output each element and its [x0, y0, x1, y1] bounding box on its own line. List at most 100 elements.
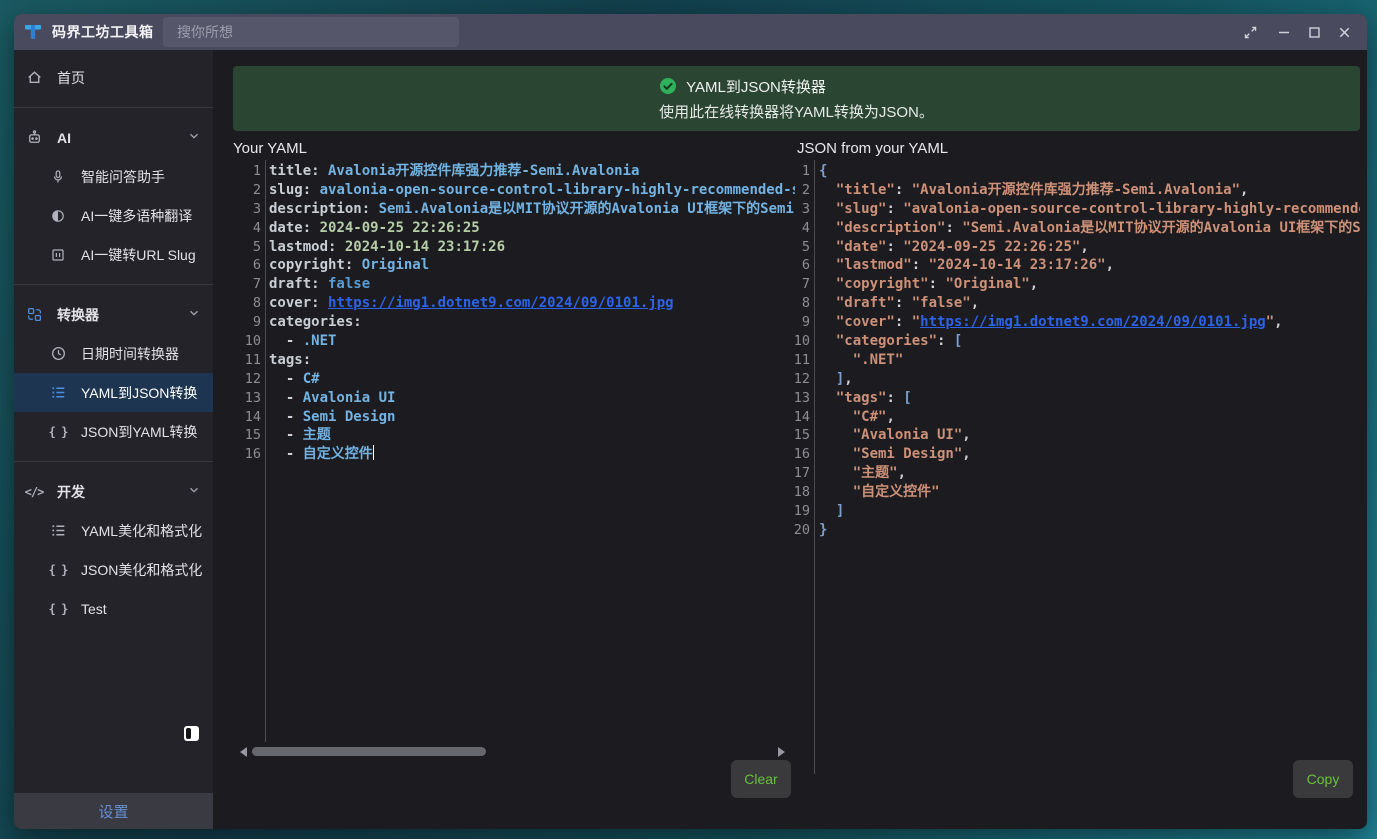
code-line: - Avalonia UI	[269, 389, 795, 408]
copy-button[interactable]: Copy	[1293, 760, 1353, 798]
line-number: 1	[793, 162, 810, 181]
scrollbar-thumb[interactable]	[252, 747, 486, 756]
line-number: 9	[793, 313, 810, 332]
text-cursor	[373, 445, 375, 460]
code-line: - .NET	[269, 332, 795, 351]
code-line: lastmod: 2024-10-14 23:17:26	[269, 238, 795, 257]
line-number: 11	[233, 351, 261, 370]
code-line: copyright: Original	[269, 256, 795, 275]
code-line: "cover": "https://img1.dotnet9.com/2024/…	[819, 313, 1360, 332]
line-number: 11	[793, 351, 810, 370]
sidebar-item-label: 日期时间转换器	[81, 344, 179, 364]
line-number: 1	[233, 162, 261, 181]
sidebar-item-translate[interactable]: AI一键多语种翻译	[14, 196, 213, 235]
yaml-horizontal-scrollbar[interactable]	[240, 745, 785, 758]
code-line: - 自定义控件	[269, 445, 795, 464]
sidebar-collapse-icon[interactable]	[184, 726, 199, 741]
line-number: 6	[233, 256, 261, 275]
line-number: 12	[233, 370, 261, 389]
braces-icon: { }	[49, 561, 67, 579]
json-panel-header: JSON from your YAML	[797, 140, 948, 157]
close-button[interactable]	[1329, 14, 1359, 50]
code-line: "description": "Semi.Avalonia是以MIT协议开源的A…	[819, 219, 1360, 238]
yaml-panel-header: Your YAML	[233, 140, 307, 157]
line-number: 16	[233, 445, 261, 464]
sidebar-group-robot[interactable]: AI	[14, 118, 213, 157]
url-link: https://img1.dotnet9.com/2024/09/0101.jp…	[920, 314, 1266, 330]
sidebar-item-braces[interactable]: { }JSON到YAML转换	[14, 412, 213, 451]
sidebar-item-url-slug[interactable]: AI一键转URL Slug	[14, 235, 213, 274]
line-number: 9	[233, 313, 261, 332]
sidebar-item-clock[interactable]: 日期时间转换器	[14, 334, 213, 373]
line-number: 14	[233, 408, 261, 427]
app-logo-icon	[23, 22, 43, 42]
home-icon	[25, 69, 43, 87]
sidebar-item-label: YAML到JSON转换	[81, 383, 197, 403]
code-line: "title": "Avalonia开源控件库强力推荐-Semi.Avaloni…	[819, 181, 1360, 200]
maximize-icon	[1307, 25, 1322, 40]
sidebar-item-label: AI	[57, 130, 71, 146]
expand-icon	[1243, 25, 1258, 40]
sidebar-divider	[14, 274, 213, 295]
list-icon	[49, 522, 67, 540]
sidebar-item-microphone[interactable]: 智能问答助手	[14, 157, 213, 196]
code-line: draft: false	[269, 275, 795, 294]
line-number: 14	[793, 408, 810, 427]
microphone-icon	[49, 168, 67, 186]
clear-button[interactable]: Clear	[731, 760, 791, 798]
scrollbar-track[interactable]	[252, 747, 773, 756]
sidebar-item-braces[interactable]: { }JSON美化和格式化	[14, 550, 213, 589]
code-line: "draft": "false",	[819, 294, 1360, 313]
sidebar-item-label: AI一键转URL Slug	[81, 245, 196, 265]
line-number: 8	[793, 294, 810, 313]
code-line: "date": "2024-09-25 22:26:25",	[819, 238, 1360, 257]
line-number: 7	[233, 275, 261, 294]
transform-icon	[25, 306, 43, 324]
scroll-left-arrow-icon[interactable]	[240, 747, 247, 757]
chevron-down-icon	[187, 306, 201, 323]
yaml-gutter: 12345678910111213141516	[233, 160, 266, 742]
search-input[interactable]	[163, 17, 459, 47]
line-number: 20	[793, 521, 810, 540]
minimize-button[interactable]	[1269, 14, 1299, 50]
sidebar-item-list[interactable]: YAML美化和格式化	[14, 511, 213, 550]
yaml-code[interactable]: title: Avalonia开源控件库强力推荐-Semi.Avaloniasl…	[266, 160, 795, 742]
code-line: {	[819, 162, 1360, 181]
code-line: ],	[819, 370, 1360, 389]
code-line: categories:	[269, 313, 795, 332]
code-line: "categories": [	[819, 332, 1360, 351]
json-gutter: 1234567891011121314151617181920	[793, 160, 815, 774]
line-number: 7	[793, 275, 810, 294]
code-line: tags:	[269, 351, 795, 370]
json-editor[interactable]: 1234567891011121314151617181920 { "title…	[793, 160, 1360, 774]
code-line: - 主题	[269, 426, 795, 445]
sidebar-item-label: AI一键多语种翻译	[81, 206, 192, 226]
line-number: 2	[233, 181, 261, 200]
list-icon	[49, 384, 67, 402]
scroll-right-arrow-icon[interactable]	[778, 747, 785, 757]
code-line: date: 2024-09-25 22:26:25	[269, 219, 795, 238]
line-number: 18	[793, 483, 810, 502]
line-number: 17	[793, 464, 810, 483]
clock-icon	[49, 345, 67, 363]
settings-link[interactable]: 设置	[98, 801, 128, 822]
app-title: 码界工坊工具箱	[52, 22, 154, 42]
json-code[interactable]: { "title": "Avalonia开源控件库强力推荐-Semi.Avalo…	[815, 160, 1360, 774]
sidebar-group-transform[interactable]: 转换器	[14, 295, 213, 334]
line-number: 12	[793, 370, 810, 389]
braces-icon: { }	[49, 600, 67, 618]
close-icon	[1337, 25, 1352, 40]
maximize-button[interactable]	[1299, 14, 1329, 50]
yaml-editor[interactable]: 12345678910111213141516 title: Avalonia开…	[233, 160, 795, 742]
sidebar-item-label: 转换器	[57, 305, 99, 325]
expand-button[interactable]	[1235, 14, 1265, 50]
code-line: "Semi Design",	[819, 445, 1360, 464]
code-line: "copyright": "Original",	[819, 275, 1360, 294]
sidebar-group-code[interactable]: </>开发	[14, 472, 213, 511]
titlebar: 码界工坊工具箱	[14, 14, 1367, 50]
sidebar-item-list[interactable]: YAML到JSON转换	[14, 373, 213, 412]
line-number: 5	[233, 238, 261, 257]
sidebar-divider	[14, 451, 213, 472]
sidebar-item-home[interactable]: 首页	[14, 58, 213, 97]
sidebar-item-braces[interactable]: { }Test	[14, 589, 213, 628]
